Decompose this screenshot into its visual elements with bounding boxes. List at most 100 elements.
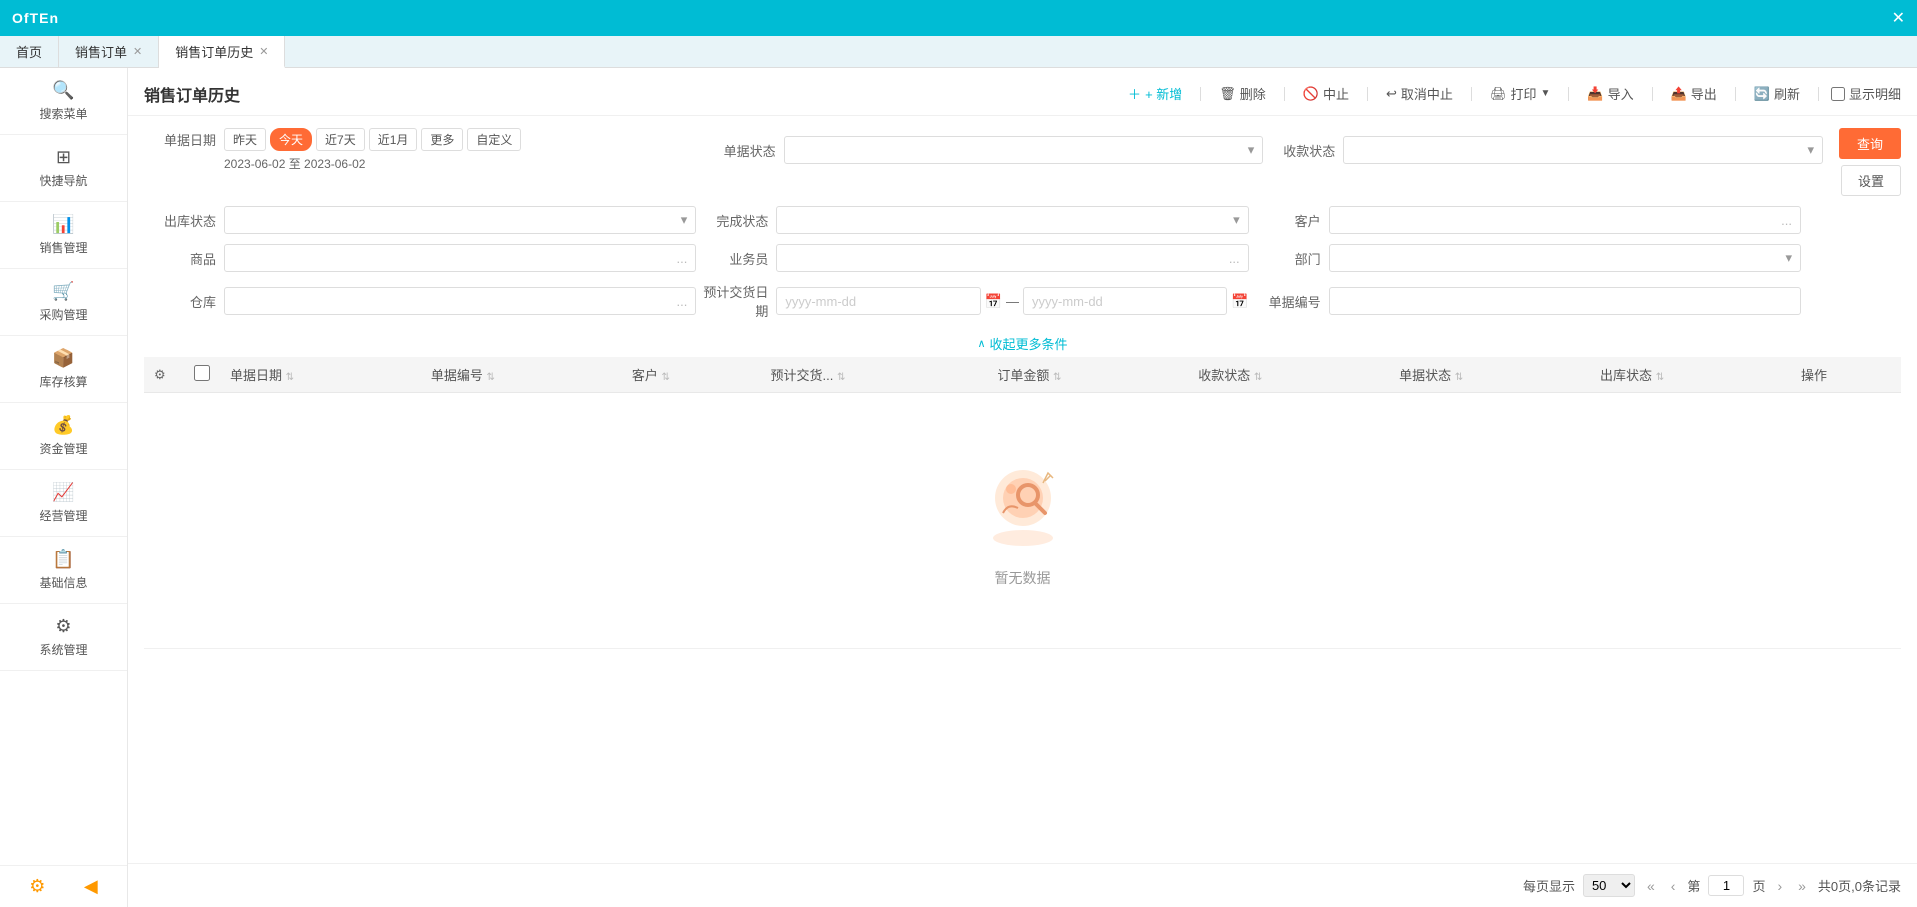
- next-page-button[interactable]: ›: [1773, 876, 1786, 896]
- import-icon: 📥: [1587, 86, 1603, 102]
- department-select[interactable]: ▾: [1329, 244, 1801, 272]
- delete-button[interactable]: 🗑 删除: [1213, 80, 1272, 107]
- product-input[interactable]: ...: [224, 244, 696, 272]
- sort-payment-icon[interactable]: ⇅: [1254, 372, 1262, 383]
- payment-status-label: 收款状态: [1263, 141, 1343, 160]
- refresh-button[interactable]: 🔄 刷新: [1748, 80, 1806, 107]
- window-close-button[interactable]: ✕: [1892, 8, 1905, 28]
- department-control: ▾: [1329, 244, 1801, 272]
- completion-status-select[interactable]: ▾: [776, 206, 1248, 234]
- export-icon: 📤: [1671, 86, 1687, 102]
- sidebar-item-sales[interactable]: 📊 销售管理: [0, 202, 127, 269]
- cancel-stop-button[interactable]: ↩ 取消中止: [1380, 80, 1459, 107]
- expected-date-start[interactable]: yyyy-mm-dd: [776, 287, 980, 315]
- sidebar-item-basic-info[interactable]: 📋 基础信息: [0, 537, 127, 604]
- date-today-btn[interactable]: 今天: [270, 128, 312, 151]
- print-button[interactable]: 🖨 打印 ▼: [1484, 80, 1556, 107]
- refresh-label: 刷新: [1774, 84, 1800, 103]
- warehouse-control: ...: [224, 287, 696, 315]
- sidebar-item-system[interactable]: ⚙ 系统管理: [0, 604, 127, 671]
- th-amount-label: 订单金额: [997, 368, 1049, 383]
- date-custom-btn[interactable]: 自定义: [467, 128, 521, 151]
- order-status-filter-item: 单据状态 ▾: [704, 128, 1264, 172]
- sort-date-icon[interactable]: ⇅: [286, 372, 294, 383]
- sort-expected-icon[interactable]: ⇅: [837, 372, 845, 383]
- display-detail-checkbox-wrapper[interactable]: 显示明细: [1831, 84, 1901, 103]
- order-status-chevron: ▾: [1248, 142, 1255, 158]
- tab-sales-order-history[interactable]: 销售订单历史 ✕: [159, 36, 285, 68]
- delete-icon: 🗑: [1219, 86, 1236, 102]
- per-page-select[interactable]: 10 20 50 100: [1583, 874, 1635, 897]
- order-number-input[interactable]: [1329, 287, 1801, 315]
- display-detail-checkbox[interactable]: [1831, 87, 1845, 101]
- date-filter-buttons: 昨天 今天 近7天 近1月 更多 自定义: [224, 128, 521, 151]
- date-7days-btn[interactable]: 近7天: [316, 128, 365, 151]
- cancel-stop-label: 取消中止: [1401, 84, 1453, 103]
- date-more-btn[interactable]: 更多: [421, 128, 463, 151]
- tab-sales-order-close[interactable]: ✕: [133, 45, 142, 58]
- import-button[interactable]: 📥 导入: [1581, 80, 1639, 107]
- select-all-checkbox[interactable]: [194, 365, 210, 381]
- filter-settings-button[interactable]: 设置: [1841, 165, 1901, 196]
- export-button[interactable]: 📤 导出: [1665, 80, 1723, 107]
- expected-date-label: 预计交货日期: [696, 282, 776, 320]
- prev-page-button[interactable]: ‹: [1667, 876, 1680, 896]
- sort-amount-icon[interactable]: ⇅: [1053, 372, 1061, 383]
- sidebar-item-nav[interactable]: ⊞ 快捷导航: [0, 135, 127, 202]
- sidebar-item-inventory[interactable]: 📦 库存核算: [0, 336, 127, 403]
- first-page-button[interactable]: «: [1643, 876, 1659, 896]
- sidebar-item-finance[interactable]: 💰 资金管理: [0, 403, 127, 470]
- divider-5: [1568, 87, 1569, 101]
- order-status-select[interactable]: ▾: [784, 136, 1264, 164]
- salesperson-input[interactable]: ...: [776, 244, 1248, 272]
- warehouse-input[interactable]: ...: [224, 287, 696, 315]
- stop-button[interactable]: 🚫 中止: [1297, 80, 1355, 107]
- sort-delivery-icon[interactable]: ⇅: [1656, 372, 1664, 383]
- sidebar-item-purchase[interactable]: 🛒 采购管理: [0, 269, 127, 336]
- page-number-input[interactable]: [1708, 875, 1744, 896]
- expected-date-end[interactable]: yyyy-mm-dd: [1023, 287, 1227, 315]
- table-header: ⚙ 单据日期 ⇅ 单据编号 ⇅: [144, 357, 1901, 393]
- sidebar-finance-label: 资金管理: [39, 440, 87, 457]
- per-page-label: 每页显示: [1523, 876, 1575, 895]
- th-operations-label: 操作: [1801, 368, 1827, 383]
- date-label: 单据日期: [144, 130, 224, 149]
- th-number-label: 单据编号: [431, 368, 483, 383]
- collapse-row[interactable]: ∧ 收起更多条件: [144, 330, 1901, 357]
- sidebar-basic-info-label: 基础信息: [39, 574, 87, 591]
- th-checkbox: [184, 357, 220, 393]
- date-1month-btn[interactable]: 近1月: [369, 128, 418, 151]
- operations-icon: 📈: [52, 482, 74, 503]
- date-yesterday-btn[interactable]: 昨天: [224, 128, 266, 151]
- sidebar-sales-label: 销售管理: [39, 239, 87, 256]
- collapse-sidebar-icon[interactable]: ◀: [84, 876, 98, 897]
- tab-sales-order[interactable]: 销售订单 ✕: [59, 36, 159, 67]
- tab-sales-order-history-close[interactable]: ✕: [259, 45, 268, 58]
- calendar-start-icon[interactable]: 📅: [985, 293, 1002, 310]
- product-label: 商品: [144, 249, 224, 268]
- calendar-end-icon[interactable]: 📅: [1231, 293, 1248, 310]
- new-button[interactable]: ＋ + 新增: [1122, 80, 1188, 107]
- salesperson-control: ...: [776, 244, 1248, 272]
- sort-number-icon[interactable]: ⇅: [487, 372, 495, 383]
- refresh-icon: 🔄: [1754, 86, 1770, 102]
- sort-order-status-icon[interactable]: ⇅: [1455, 372, 1463, 383]
- table-gear-icon[interactable]: ⚙: [154, 367, 166, 382]
- sort-customer-icon[interactable]: ⇅: [661, 372, 669, 383]
- total-records: 共0页,0条记录: [1818, 876, 1901, 895]
- tab-home[interactable]: 首页: [0, 36, 59, 67]
- tab-home-label: 首页: [16, 42, 42, 61]
- delivery-status-select[interactable]: ▾: [224, 206, 696, 234]
- last-page-button[interactable]: »: [1794, 876, 1810, 896]
- print-label: 打印: [1510, 84, 1536, 103]
- customer-input[interactable]: ...: [1329, 206, 1801, 234]
- warehouse-filter-item: 仓库 ...: [144, 282, 696, 320]
- payment-status-select[interactable]: ▾: [1343, 136, 1823, 164]
- table-wrapper: ⚙ 单据日期 ⇅ 单据编号 ⇅: [128, 357, 1917, 863]
- sidebar-item-operations[interactable]: 📈 经营管理: [0, 470, 127, 537]
- divider-2: [1284, 87, 1285, 101]
- query-button[interactable]: 查询: [1839, 128, 1901, 159]
- sidebar-item-search[interactable]: 🔍 搜索菜单: [0, 68, 127, 135]
- print-dropdown-icon: ▼: [1540, 88, 1550, 99]
- settings-bottom-icon[interactable]: ⚙: [29, 876, 45, 897]
